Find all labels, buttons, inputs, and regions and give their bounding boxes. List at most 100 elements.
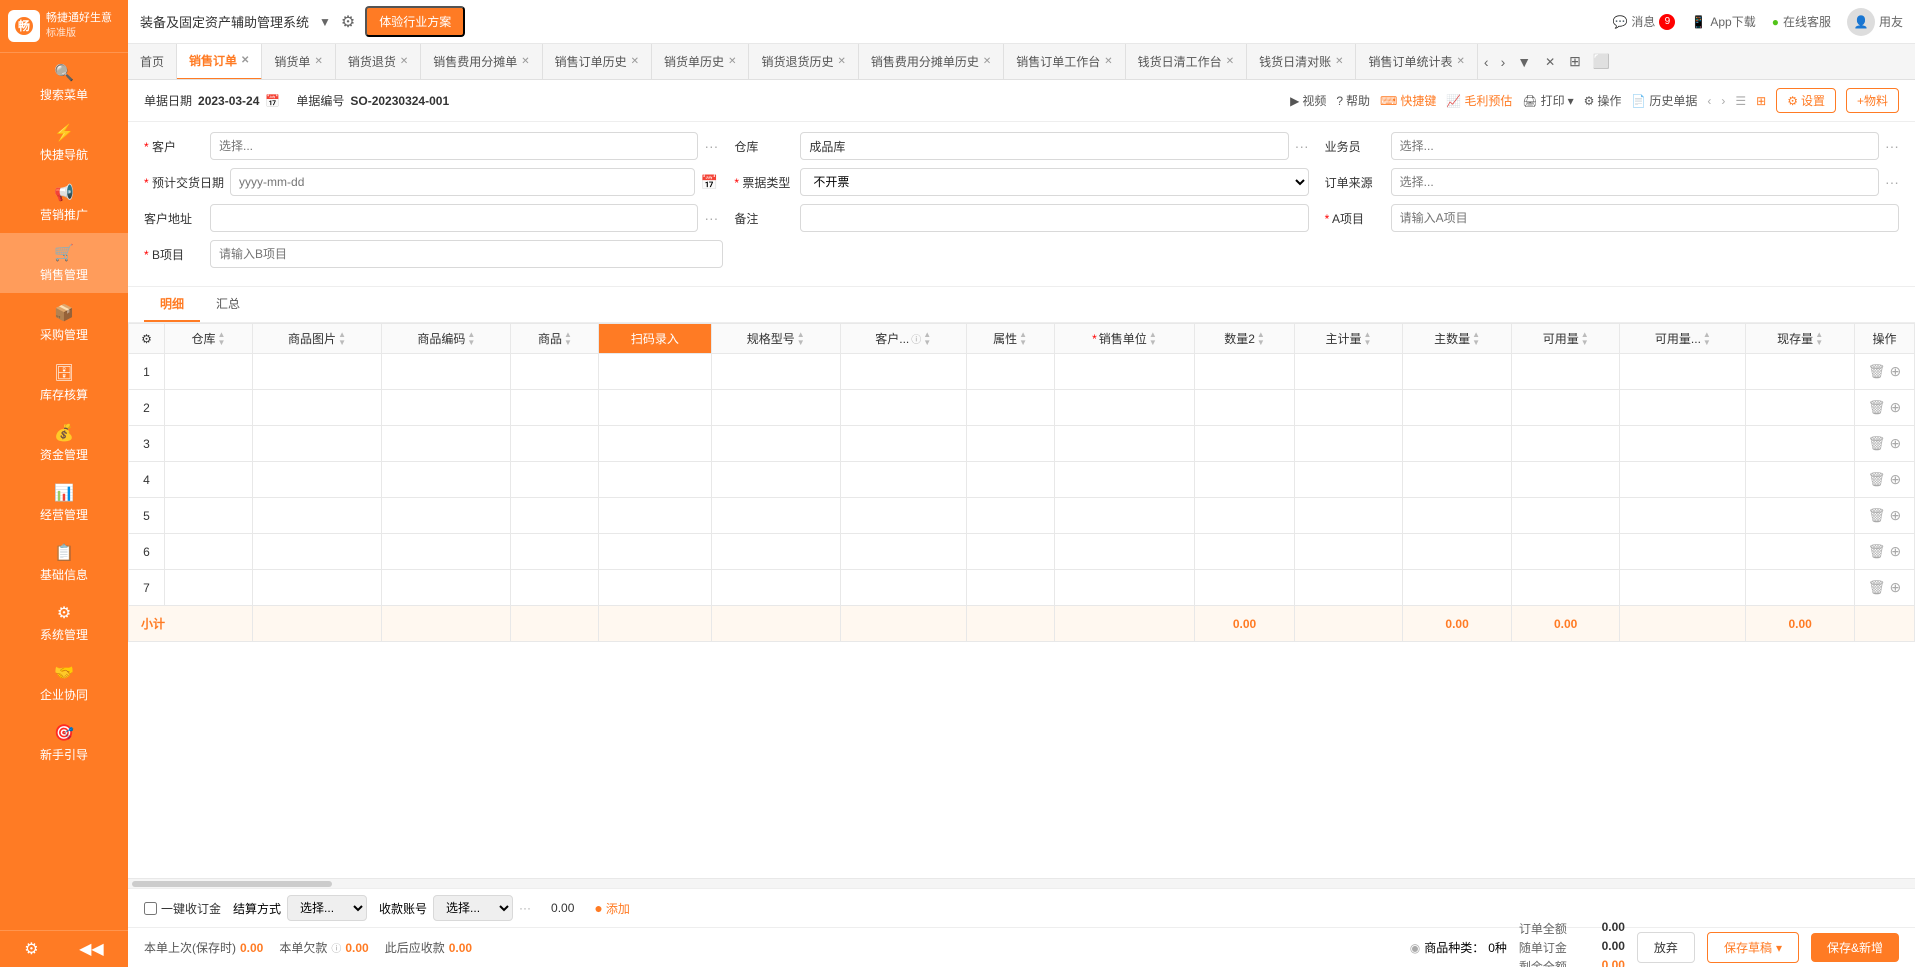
table-cell[interactable] bbox=[511, 354, 599, 390]
table-cell[interactable] bbox=[1746, 462, 1855, 498]
detail-tab-detail[interactable]: 明细 bbox=[144, 287, 200, 322]
tab-sales-return-close[interactable]: ✕ bbox=[314, 56, 322, 67]
table-cell[interactable] bbox=[1294, 390, 1403, 426]
sidebar-item-enterprise[interactable]: 🤝 企业协同 bbox=[0, 653, 128, 713]
note-input[interactable] bbox=[800, 204, 1308, 232]
table-wrap[interactable]: ⚙ 仓库 ▲▼ 商品图片 ▲▼ bbox=[128, 323, 1915, 878]
tab-sales-refund-history-close[interactable]: ✕ bbox=[837, 56, 845, 67]
calendar-icon[interactable]: 📅 bbox=[265, 94, 280, 108]
table-cell[interactable] bbox=[1294, 570, 1403, 606]
table-cell[interactable] bbox=[165, 426, 253, 462]
table-cell[interactable] bbox=[1620, 462, 1746, 498]
table-cell[interactable] bbox=[1403, 354, 1512, 390]
table-cell[interactable] bbox=[1620, 354, 1746, 390]
address-more-icon[interactable]: ··· bbox=[704, 210, 718, 226]
table-cell[interactable] bbox=[1054, 462, 1195, 498]
th-settings[interactable]: ⚙ bbox=[129, 324, 165, 354]
tab-cash-reconciliation-close[interactable]: ✕ bbox=[1335, 56, 1343, 67]
tab-cash-daily-workbench[interactable]: 钱货日清工作台 ✕ bbox=[1126, 44, 1247, 80]
table-cell[interactable] bbox=[1511, 534, 1620, 570]
invoice-type-select[interactable]: 不开票 bbox=[800, 168, 1308, 196]
customer-input[interactable] bbox=[210, 132, 698, 160]
th-stock[interactable]: 现存量 ▲▼ bbox=[1746, 324, 1855, 354]
tab-sales-fee-split[interactable]: 销售费用分摊单 ✕ bbox=[421, 44, 542, 80]
salesperson-more-icon[interactable]: ··· bbox=[1885, 138, 1899, 154]
quick-order-checkbox-input[interactable] bbox=[144, 902, 157, 915]
th-scan[interactable]: 扫码录入 bbox=[599, 324, 711, 354]
add-material-btn[interactable]: +物料 bbox=[1846, 88, 1899, 113]
tab-more-btn[interactable]: ▼ bbox=[1511, 44, 1537, 80]
quick-order-checkbox[interactable]: 一键收订金 bbox=[144, 900, 221, 917]
receipt-more-icon[interactable]: ··· bbox=[519, 901, 531, 915]
th-available[interactable]: 可用量 ▲▼ bbox=[1511, 324, 1620, 354]
table-cell[interactable] bbox=[1195, 426, 1294, 462]
online-service-btn[interactable]: ● 在线客服 bbox=[1772, 13, 1831, 30]
table-cell[interactable] bbox=[1620, 498, 1746, 534]
table-cell[interactable] bbox=[966, 390, 1054, 426]
preview-action[interactable]: ▶ 视频 bbox=[1290, 92, 1326, 109]
profit-forecast-action[interactable]: 📈 毛利预估 bbox=[1446, 92, 1512, 109]
tab-sales-fee-split-history[interactable]: 销售费用分摊单历史 ✕ bbox=[859, 44, 1004, 80]
table-cell[interactable] bbox=[1403, 570, 1512, 606]
table-cell[interactable] bbox=[1403, 498, 1512, 534]
delete-row-btn[interactable]: 🗑 bbox=[1866, 433, 1888, 454]
table-cell[interactable] bbox=[1746, 570, 1855, 606]
table-cell[interactable] bbox=[1294, 426, 1403, 462]
collapse-btn[interactable]: ◀◀ bbox=[79, 939, 104, 959]
table-cell[interactable] bbox=[165, 570, 253, 606]
customer-address-input[interactable] bbox=[210, 204, 698, 232]
th-product-code[interactable]: 商品编码 ▲▼ bbox=[382, 324, 511, 354]
table-cell[interactable] bbox=[599, 498, 711, 534]
nav-next-btn[interactable]: › bbox=[1721, 94, 1725, 108]
b-project-input[interactable] bbox=[210, 240, 723, 268]
history-action[interactable]: 📄 历史单据 bbox=[1631, 92, 1697, 109]
table-cell[interactable] bbox=[599, 462, 711, 498]
table-cell[interactable] bbox=[1294, 498, 1403, 534]
table-cell[interactable] bbox=[1511, 426, 1620, 462]
tab-sales-return-history-close[interactable]: ✕ bbox=[728, 56, 736, 67]
table-cell[interactable] bbox=[511, 390, 599, 426]
table-cell[interactable] bbox=[1746, 534, 1855, 570]
table-cell[interactable] bbox=[511, 426, 599, 462]
save-new-btn[interactable]: 保存&新增 bbox=[1811, 933, 1899, 962]
delete-row-btn[interactable]: 🗑 bbox=[1866, 361, 1888, 382]
table-cell[interactable] bbox=[599, 426, 711, 462]
table-cell[interactable] bbox=[711, 570, 840, 606]
topbar-settings-icon[interactable]: ⚙ bbox=[341, 12, 355, 32]
th-customer-code[interactable]: 客户... ⓘ ▲▼ bbox=[840, 324, 966, 354]
sidebar-item-purchase[interactable]: 📦 采购管理 bbox=[0, 293, 128, 353]
table-cell[interactable] bbox=[840, 570, 966, 606]
system-title-dropdown[interactable]: ▼ bbox=[319, 15, 331, 29]
table-cell[interactable] bbox=[840, 390, 966, 426]
table-cell[interactable] bbox=[1746, 390, 1855, 426]
list-view-btn[interactable]: ☰ bbox=[1735, 94, 1746, 108]
app-download-btn[interactable]: 📱 App下载 bbox=[1691, 13, 1755, 30]
table-cell[interactable] bbox=[382, 390, 511, 426]
customer-more-icon[interactable]: ··· bbox=[704, 138, 718, 154]
table-cell[interactable] bbox=[511, 534, 599, 570]
table-cell[interactable] bbox=[1195, 390, 1294, 426]
payment-method-select[interactable]: 选择... bbox=[287, 895, 367, 921]
warehouse-more-icon[interactable]: ··· bbox=[1295, 138, 1309, 154]
settings-btn[interactable]: ⚙ 设置 bbox=[1776, 88, 1836, 113]
tab-next-btn[interactable]: › bbox=[1495, 44, 1512, 80]
tab-sales-order[interactable]: 销售订单 ✕ bbox=[177, 44, 262, 80]
table-cell[interactable] bbox=[252, 534, 381, 570]
table-cell[interactable] bbox=[1620, 390, 1746, 426]
tab-sales-fee-split-history-close[interactable]: ✕ bbox=[983, 56, 991, 67]
table-cell[interactable] bbox=[840, 534, 966, 570]
table-cell[interactable] bbox=[966, 570, 1054, 606]
tab-sales-refund-close[interactable]: ✕ bbox=[400, 56, 408, 67]
table-cell[interactable] bbox=[599, 354, 711, 390]
table-cell[interactable] bbox=[1746, 354, 1855, 390]
sidebar-item-marketing[interactable]: 📢 营销推广 bbox=[0, 173, 128, 233]
th-product-image[interactable]: 商品图片 ▲▼ bbox=[252, 324, 381, 354]
table-cell[interactable] bbox=[1294, 462, 1403, 498]
user-btn[interactable]: 👤 用友 bbox=[1847, 8, 1903, 36]
tab-sales-order-stats[interactable]: 销售订单统计表 ✕ bbox=[1356, 44, 1477, 80]
salesperson-input[interactable] bbox=[1391, 132, 1879, 160]
warehouse-input[interactable] bbox=[800, 132, 1288, 160]
table-cell[interactable] bbox=[1195, 354, 1294, 390]
table-cell[interactable] bbox=[382, 498, 511, 534]
table-cell[interactable] bbox=[1403, 534, 1512, 570]
